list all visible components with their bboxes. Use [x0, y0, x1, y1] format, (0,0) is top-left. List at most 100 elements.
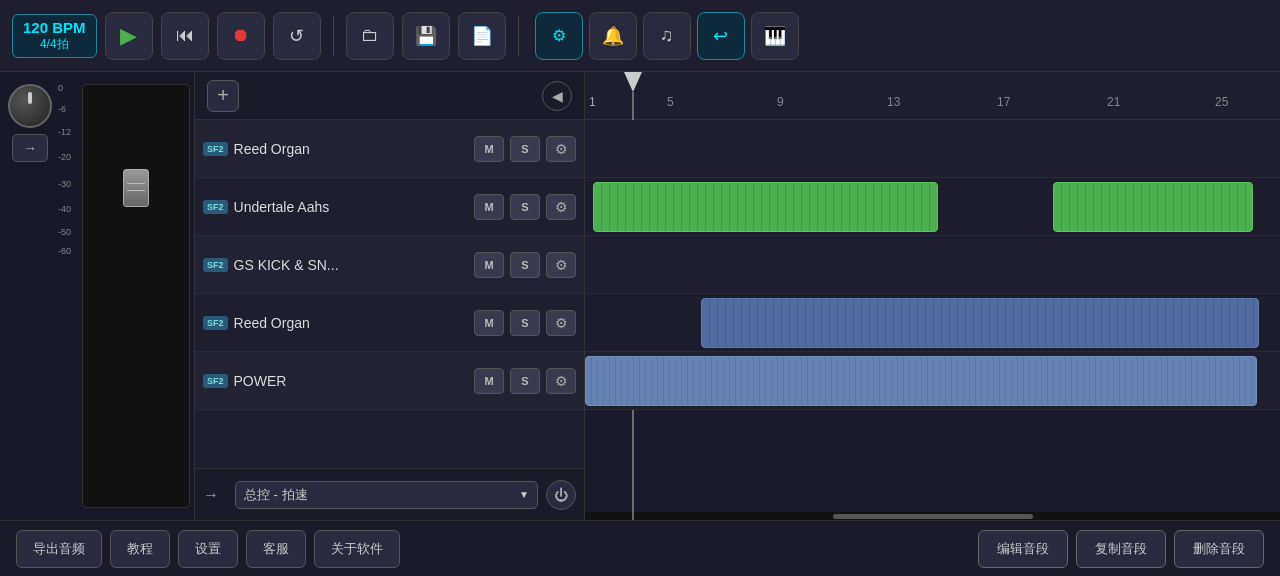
- piano-icon: 🎹: [764, 25, 786, 47]
- midi-note-lines: [586, 357, 1256, 405]
- master-track-row: → 总控 - 拍速 ▼ ⏻: [195, 468, 584, 520]
- track-settings-button[interactable]: ⚙: [546, 252, 576, 278]
- metronome-button[interactable]: 🔔: [589, 12, 637, 60]
- fader-area: 0 -6 -12 -20 -30 -40 -50 -60: [56, 80, 190, 512]
- file-icon: 📄: [471, 25, 493, 47]
- mute-button[interactable]: M: [474, 310, 504, 336]
- ruler-mark-21: 21: [1107, 95, 1120, 109]
- copy-segment-button[interactable]: 复制音段: [1076, 530, 1166, 568]
- toolbar-sep-1: [333, 16, 334, 56]
- loop-button[interactable]: ↺: [273, 12, 321, 60]
- master-send-icon: →: [203, 486, 227, 504]
- score-icon: ♫: [660, 25, 674, 46]
- track-lanes: [585, 120, 1280, 512]
- save-icon: 💾: [415, 25, 437, 47]
- track-settings-button[interactable]: ⚙: [546, 368, 576, 394]
- lane-1[interactable]: [585, 120, 1280, 178]
- mute-button[interactable]: M: [474, 194, 504, 220]
- midi-block[interactable]: [593, 182, 938, 232]
- mute-button[interactable]: M: [474, 252, 504, 278]
- master-power-button[interactable]: ⏻: [546, 480, 576, 510]
- lane-4[interactable]: [585, 294, 1280, 352]
- ruler-mark-25: 25: [1215, 95, 1228, 109]
- lane-5[interactable]: [585, 352, 1280, 410]
- horizontal-scrollbar[interactable]: [585, 512, 1280, 520]
- solo-button[interactable]: S: [510, 252, 540, 278]
- knob-area: →: [4, 80, 56, 512]
- rewind-button[interactable]: ⏮: [161, 12, 209, 60]
- snap-button[interactable]: ↩: [697, 12, 745, 60]
- send-button[interactable]: →: [12, 134, 48, 162]
- track-row: SF2 Reed Organ M S ⚙: [195, 294, 584, 352]
- export-file-button[interactable]: 📄: [458, 12, 506, 60]
- toolbar-right-group: ⚙ 🔔 ♫ ↩ 🎹: [535, 12, 799, 60]
- solo-button[interactable]: S: [510, 368, 540, 394]
- snap-icon: ↩: [713, 25, 728, 47]
- folder-button[interactable]: 🗀: [346, 12, 394, 60]
- master-fader-handle[interactable]: [123, 169, 149, 207]
- bpm-value: 120 BPM: [23, 19, 86, 36]
- copy-segment-label: 复制音段: [1095, 540, 1147, 558]
- ruler-mark-1: 1: [589, 95, 596, 109]
- sf2-badge: SF2: [203, 316, 228, 330]
- tutorial-button[interactable]: 教程: [110, 530, 170, 568]
- play-icon: ▶: [120, 23, 137, 49]
- play-button[interactable]: ▶: [105, 12, 153, 60]
- left-panel: → 0 -6 -12 -20 -30 -40 -50 -60: [0, 72, 195, 520]
- midi-block[interactable]: [585, 356, 1257, 406]
- track-name: GS KICK & SN...: [234, 257, 468, 273]
- bottom-right-actions: 编辑音段 复制音段 删除音段: [978, 530, 1264, 568]
- save-button[interactable]: 💾: [402, 12, 450, 60]
- track-settings-button[interactable]: ⚙: [546, 136, 576, 162]
- gear-icon: ⚙: [555, 199, 568, 215]
- solo-button[interactable]: S: [510, 194, 540, 220]
- ruler-mark-17: 17: [997, 95, 1010, 109]
- track-row: SF2 Reed Organ M S ⚙: [195, 120, 584, 178]
- midi-block[interactable]: [1053, 182, 1253, 232]
- mixer-button[interactable]: ⚙: [535, 12, 583, 60]
- power-icon: ⏻: [554, 487, 568, 503]
- ruler-mark-9: 9: [777, 95, 784, 109]
- arrange-area: 1 5 9 13 17 21 25: [585, 72, 1280, 520]
- settings-button[interactable]: 设置: [178, 530, 238, 568]
- delete-segment-button[interactable]: 删除音段: [1174, 530, 1264, 568]
- solo-button[interactable]: S: [510, 136, 540, 162]
- track-row: SF2 POWER M S ⚙: [195, 352, 584, 410]
- mute-button[interactable]: M: [474, 368, 504, 394]
- master-knob[interactable]: [8, 84, 52, 128]
- gear-icon: ⚙: [555, 315, 568, 331]
- track-settings-button[interactable]: ⚙: [546, 310, 576, 336]
- midi-note-lines: [1054, 183, 1252, 231]
- bottom-left-actions: 导出音频 教程 设置 客服 关于软件: [16, 530, 400, 568]
- record-button[interactable]: ⏺: [217, 12, 265, 60]
- delete-segment-label: 删除音段: [1193, 540, 1245, 558]
- export-audio-button[interactable]: 导出音频: [16, 530, 102, 568]
- mute-button[interactable]: M: [474, 136, 504, 162]
- score-button[interactable]: ♫: [643, 12, 691, 60]
- loop-icon: ↺: [289, 25, 304, 47]
- support-label: 客服: [263, 540, 289, 558]
- track-name: Reed Organ: [234, 315, 468, 331]
- solo-button[interactable]: S: [510, 310, 540, 336]
- add-track-button[interactable]: +: [207, 80, 239, 112]
- gear-icon: ⚙: [555, 141, 568, 157]
- sf2-badge: SF2: [203, 374, 228, 388]
- support-button[interactable]: 客服: [246, 530, 306, 568]
- track-name: Undertale Aahs: [234, 199, 468, 215]
- piano-button[interactable]: 🎹: [751, 12, 799, 60]
- rewind-icon: ⏮: [176, 25, 194, 46]
- master-select[interactable]: 总控 - 拍速 ▼: [235, 481, 538, 509]
- track-list-header: + ◀: [195, 72, 584, 120]
- scrollbar-thumb[interactable]: [833, 514, 1033, 519]
- collapse-button[interactable]: ◀: [542, 81, 572, 111]
- about-label: 关于软件: [331, 540, 383, 558]
- edit-segment-button[interactable]: 编辑音段: [978, 530, 1068, 568]
- lane-2[interactable]: [585, 178, 1280, 236]
- midi-block[interactable]: [701, 298, 1259, 348]
- export-audio-label: 导出音频: [33, 540, 85, 558]
- bpm-display[interactable]: 120 BPM 4/4拍: [12, 14, 97, 58]
- track-settings-button[interactable]: ⚙: [546, 194, 576, 220]
- metronome-icon: 🔔: [602, 25, 624, 47]
- lane-3[interactable]: [585, 236, 1280, 294]
- about-button[interactable]: 关于软件: [314, 530, 400, 568]
